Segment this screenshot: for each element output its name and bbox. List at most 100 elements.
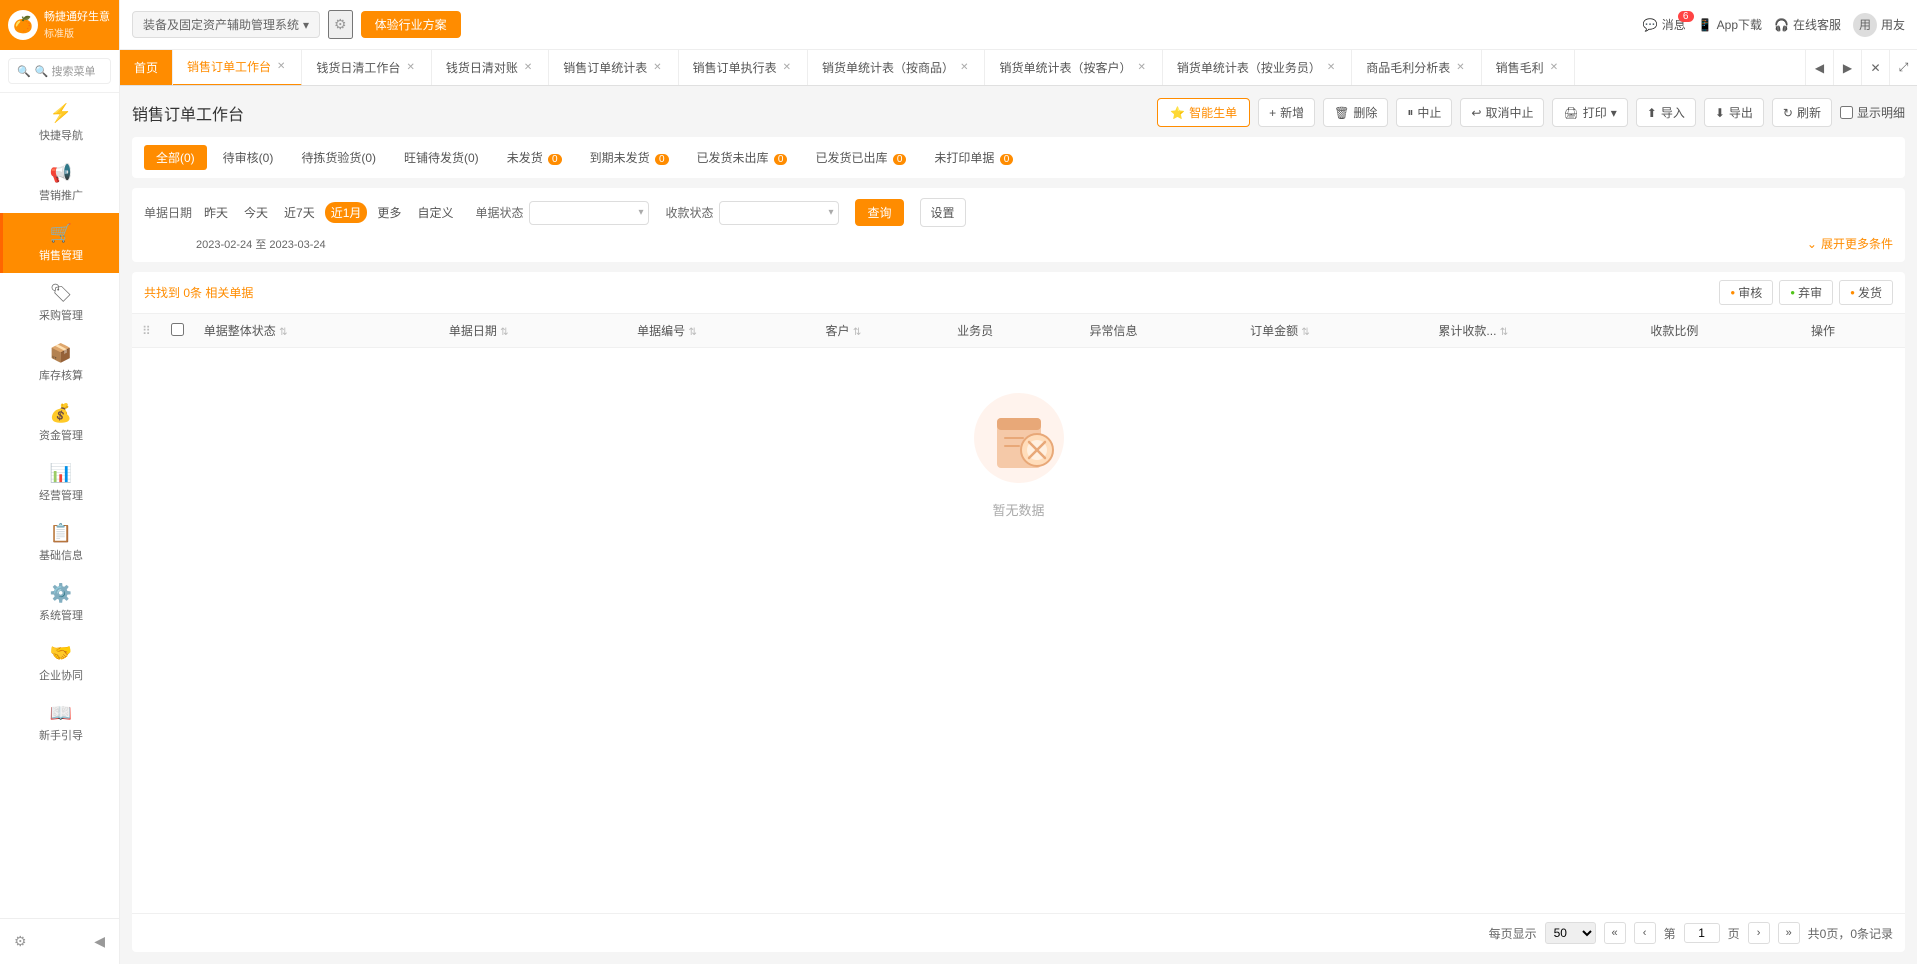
tab-sales-exec[interactable]: 销售订单执行表 ✕ bbox=[679, 50, 808, 86]
cancel-pause-button[interactable]: ↩ 取消中止 bbox=[1460, 98, 1544, 127]
print-button[interactable]: 🖨 打印 ▾ bbox=[1552, 98, 1627, 127]
next-page-button[interactable]: › bbox=[1748, 922, 1770, 944]
tab-sales-stats[interactable]: 销售订单统计表 ✕ bbox=[549, 50, 678, 86]
tab-home[interactable]: 首页 bbox=[120, 50, 173, 86]
ship-button[interactable]: 发货 bbox=[1839, 280, 1893, 305]
sort-date-icon[interactable]: ⇅ bbox=[500, 327, 508, 338]
tab-close-sales-stats[interactable]: ✕ bbox=[651, 62, 663, 73]
collapse-button[interactable]: ◀ bbox=[90, 929, 109, 954]
message-button[interactable]: 💬 消息 6 bbox=[1643, 16, 1686, 33]
tab-close-by-customer[interactable]: ✕ bbox=[1135, 62, 1147, 73]
sort-status-icon[interactable]: ⇅ bbox=[279, 327, 287, 338]
detail-checkbox-input[interactable] bbox=[1840, 106, 1853, 119]
sub-tab-pending-inspection[interactable]: 待拣货验货(0) bbox=[289, 145, 388, 170]
tab-prev-button[interactable]: ◀ bbox=[1805, 50, 1833, 86]
tab-close-by-staff[interactable]: ✕ bbox=[1325, 62, 1337, 73]
payment-select[interactable] bbox=[719, 201, 839, 225]
select-all-checkbox[interactable] bbox=[171, 323, 184, 336]
online-service-button[interactable]: 🎧 在线客服 bbox=[1774, 16, 1841, 33]
sidebar-item-system[interactable]: ⚙️ 系统管理 bbox=[0, 573, 119, 633]
filter-settings-button[interactable]: 设置 bbox=[920, 198, 966, 227]
first-page-button[interactable]: « bbox=[1604, 922, 1626, 944]
sort-collected-icon[interactable]: ⇅ bbox=[1500, 327, 1508, 338]
drag-icon: ⠿ bbox=[142, 324, 151, 338]
sidebar-item-finance[interactable]: 💰 资金管理 bbox=[0, 393, 119, 453]
date-btn-more[interactable]: 更多 bbox=[371, 202, 407, 223]
system-title-button[interactable]: 装备及固定资产辅助管理系统 ▾ bbox=[132, 11, 320, 38]
tab-close-sales-exec[interactable]: ✕ bbox=[781, 62, 793, 73]
tab-close-sales-gross[interactable]: ✕ bbox=[1548, 62, 1560, 73]
sidebar-item-marketing[interactable]: 📢 营销推广 bbox=[0, 153, 119, 213]
tab-daily-cash[interactable]: 钱货日清工作台 ✕ bbox=[302, 50, 431, 86]
settings-icon[interactable]: ⚙ bbox=[328, 10, 353, 39]
sort-number-icon[interactable]: ⇅ bbox=[689, 327, 697, 338]
smart-order-button[interactable]: ⭐ 智能生单 bbox=[1157, 98, 1250, 127]
app-download-button[interactable]: 📱 App下载 bbox=[1698, 16, 1762, 33]
add-button[interactable]: + 新增 bbox=[1258, 98, 1315, 127]
logo-name: 畅捷通好生意 bbox=[44, 10, 110, 24]
tab-sales-by-product[interactable]: 销货单统计表（按商品） ✕ bbox=[808, 50, 985, 86]
sidebar-item-sales[interactable]: 🛒 销售管理 bbox=[0, 213, 119, 273]
date-btn-custom[interactable]: 自定义 bbox=[411, 202, 459, 223]
sub-tab-not-shipped[interactable]: 未发货 0 bbox=[495, 145, 574, 170]
user-menu-button[interactable]: 用 用友 bbox=[1853, 13, 1905, 37]
tab-next-button[interactable]: ▶ bbox=[1833, 50, 1861, 86]
tab-close-all-button[interactable]: ✕ bbox=[1861, 50, 1889, 86]
date-btn-7days[interactable]: 近7天 bbox=[278, 202, 321, 223]
status-select[interactable] bbox=[529, 201, 649, 225]
col-customer: 客户 ⇅ bbox=[816, 314, 948, 348]
print-dropdown-icon: ▾ bbox=[1611, 106, 1617, 120]
tab-fullscreen-button[interactable]: ⤢ bbox=[1889, 50, 1917, 86]
tab-close-sales-order[interactable]: ✕ bbox=[275, 61, 287, 72]
date-btn-1month[interactable]: 近1月 bbox=[325, 202, 368, 223]
page-size-select[interactable]: 50 100 bbox=[1545, 922, 1596, 944]
tab-sales-gross[interactable]: 销售毛利 ✕ bbox=[1482, 50, 1575, 86]
date-btn-yesterday[interactable]: 昨天 bbox=[198, 202, 234, 223]
sidebar-item-basic[interactable]: 📋 基础信息 bbox=[0, 513, 119, 573]
pause-button[interactable]: ⏸ 中止 bbox=[1396, 98, 1452, 127]
tab-close-gross-margin[interactable]: ✕ bbox=[1454, 62, 1466, 73]
sort-amount-icon[interactable]: ⇅ bbox=[1301, 327, 1309, 338]
cancel-review-button[interactable]: 弃审 bbox=[1779, 280, 1833, 305]
sub-tab-wangpu[interactable]: 旺铺待发货(0) bbox=[392, 145, 491, 170]
sidebar-item-enterprise[interactable]: 🤝 企业协同 bbox=[0, 633, 119, 693]
purchase-icon: 🏷 bbox=[50, 283, 73, 304]
sidebar-item-quicknav[interactable]: ⚡ 快捷导航 bbox=[0, 93, 119, 153]
sub-tab-shipped-out[interactable]: 已发货已出库 0 bbox=[803, 145, 918, 170]
tab-sales-by-staff[interactable]: 销货单统计表（按业务员） ✕ bbox=[1163, 50, 1352, 86]
show-detail-checkbox[interactable]: 显示明细 bbox=[1840, 104, 1905, 121]
sidebar-item-guide[interactable]: 📖 新手引导 bbox=[0, 693, 119, 753]
tab-close-daily-cash[interactable]: ✕ bbox=[404, 62, 416, 73]
sort-customer-icon[interactable]: ⇅ bbox=[853, 327, 861, 338]
col-check[interactable] bbox=[161, 314, 194, 348]
page-number-input[interactable]: 1 bbox=[1684, 923, 1720, 943]
date-filter-buttons: 昨天 今天 近7天 近1月 更多 自定义 bbox=[198, 202, 459, 223]
delete-button[interactable]: 🗑 删除 bbox=[1323, 98, 1388, 127]
last-page-button[interactable]: » bbox=[1778, 922, 1800, 944]
sub-tab-all[interactable]: 全部(0) bbox=[144, 145, 207, 170]
tab-close-by-product[interactable]: ✕ bbox=[958, 62, 970, 73]
search-menu-button[interactable]: 🔍 🔍 搜索菜单 bbox=[8, 58, 111, 84]
industry-button[interactable]: 体验行业方案 bbox=[361, 11, 461, 38]
tab-sales-order[interactable]: 销售订单工作台 ✕ bbox=[173, 50, 302, 86]
query-button[interactable]: 查询 bbox=[855, 199, 903, 226]
sidebar-item-purchase[interactable]: 🏷 采购管理 bbox=[0, 273, 119, 333]
tab-sales-by-customer[interactable]: 销货单统计表（按客户） ✕ bbox=[985, 50, 1162, 86]
review-button[interactable]: 审核 bbox=[1719, 280, 1773, 305]
tab-daily-reconcile[interactable]: 钱货日清对账 ✕ bbox=[432, 50, 549, 86]
refresh-button[interactable]: ↻ 刷新 bbox=[1772, 98, 1832, 127]
export-button[interactable]: ⬇ 导出 bbox=[1704, 98, 1764, 127]
import-button[interactable]: ⬆ 导入 bbox=[1636, 98, 1696, 127]
sidebar-item-operations[interactable]: 📊 经营管理 bbox=[0, 453, 119, 513]
expand-more-button[interactable]: ⌄ 展开更多条件 bbox=[1807, 235, 1893, 252]
sub-tab-overdue[interactable]: 到期未发货 0 bbox=[578, 145, 681, 170]
tab-close-daily-reconcile[interactable]: ✕ bbox=[522, 62, 534, 73]
prev-page-button[interactable]: ‹ bbox=[1634, 922, 1656, 944]
sub-tab-pending-review[interactable]: 待审核(0) bbox=[211, 145, 286, 170]
tab-gross-margin[interactable]: 商品毛利分析表 ✕ bbox=[1352, 50, 1481, 86]
settings-button[interactable]: ⚙ bbox=[10, 929, 31, 954]
sub-tab-shipped-not-out[interactable]: 已发货未出库 0 bbox=[685, 145, 800, 170]
sidebar-item-inventory[interactable]: 📦 库存核算 bbox=[0, 333, 119, 393]
sub-tab-not-printed[interactable]: 未打印单据 0 bbox=[922, 145, 1025, 170]
date-btn-today[interactable]: 今天 bbox=[238, 202, 274, 223]
